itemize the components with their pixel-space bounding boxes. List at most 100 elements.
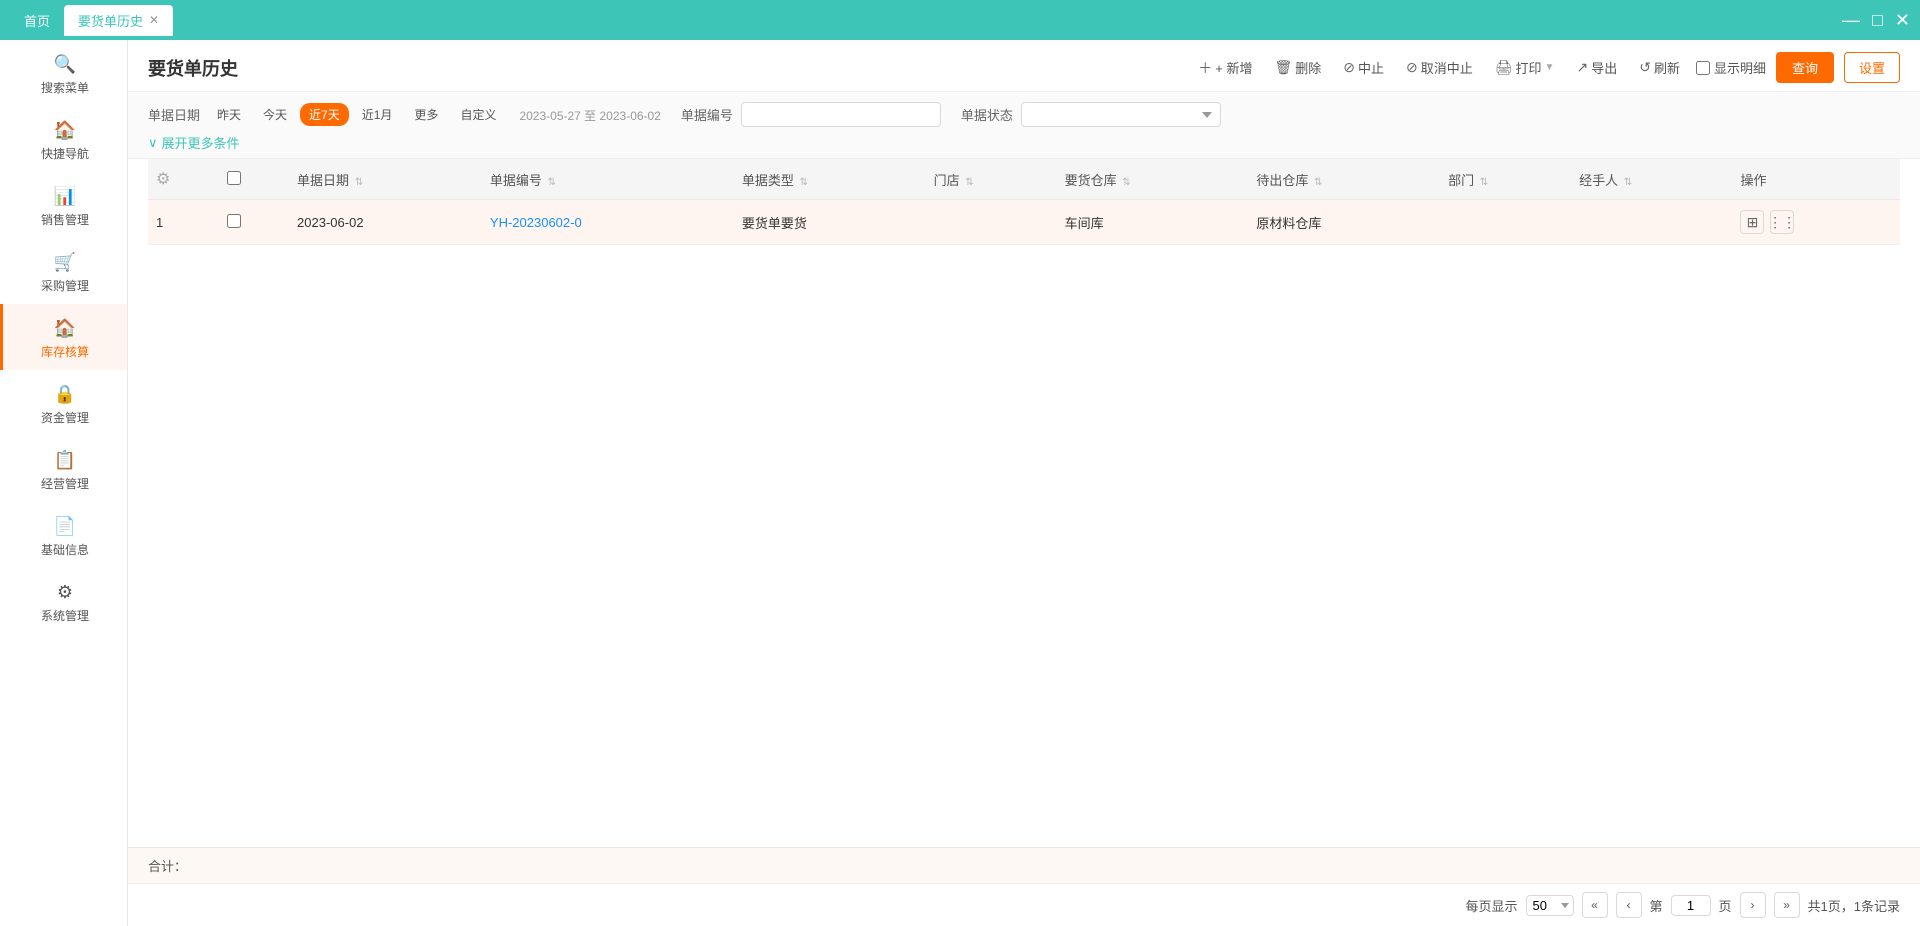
expand-more-button[interactable]: ∨ 展开更多条件 xyxy=(148,133,1900,152)
show-detail-checkbox[interactable] xyxy=(1696,61,1710,75)
cell-doc-no[interactable]: YH-20230602-0 xyxy=(482,200,734,245)
tab-home[interactable]: 首页 xyxy=(10,5,64,36)
th-store-label: 门店 xyxy=(934,173,960,188)
total-label: 合计： xyxy=(148,856,187,875)
cell-req-warehouse: 车间库 xyxy=(1057,200,1249,245)
date-btn-today[interactable]: 今天 xyxy=(254,103,296,126)
th-doc-type-label: 单据类型 xyxy=(742,173,794,188)
cell-pending-warehouse: 原材料仓库 xyxy=(1248,200,1440,245)
new-button-label: + 新增 xyxy=(1215,58,1252,77)
th-doc-no[interactable]: 单据编号 ⇅ xyxy=(482,159,734,200)
stop-button[interactable]: ⊘ 中止 xyxy=(1337,54,1390,81)
content-area: 要货单历史 ＋ + 新增 🗑 删除 ⊘ 中止 ⊘ 取消中止 xyxy=(128,40,1920,926)
sidebar-item-system[interactable]: ⚙ 系统管理 xyxy=(0,568,127,634)
sidebar: 🔍 搜索菜单 🏠 快捷导航 📊 销售管理 🛒 采购管理 🏠 库存核算 🔒 资金管… xyxy=(0,40,128,926)
sidebar-item-quick-nav-label: 快捷导航 xyxy=(41,145,89,162)
settings-button[interactable]: 设置 xyxy=(1844,52,1900,83)
first-page-button[interactable]: « xyxy=(1582,892,1608,918)
sidebar-item-operations[interactable]: 📋 经营管理 xyxy=(0,436,127,502)
sales-icon: 📊 xyxy=(54,186,76,207)
filter-bar: 单据日期 昨天 今天 近7天 近1月 更多 自定义 2023-05-27 至 2… xyxy=(128,92,1920,159)
doc-no-link[interactable]: YH-20230602-0 xyxy=(490,215,582,230)
th-settings[interactable]: ⚙ xyxy=(148,159,219,200)
doc-no-filter-group: 单据编号 xyxy=(681,102,941,127)
footer-total-bar: 合计： xyxy=(128,847,1920,883)
show-detail-checkbox-group[interactable]: 显示明细 xyxy=(1696,58,1766,77)
cancel-stop-button[interactable]: ⊘ 取消中止 xyxy=(1400,54,1479,81)
date-btn-1month[interactable]: 近1月 xyxy=(353,103,402,126)
print-dropdown-icon: ▼ xyxy=(1545,62,1555,73)
th-store[interactable]: 门店 ⇅ xyxy=(926,159,1057,200)
doc-no-input[interactable] xyxy=(741,102,941,127)
sidebar-item-quick-nav[interactable]: 🏠 快捷导航 xyxy=(0,106,127,172)
table-settings-icon[interactable]: ⚙ xyxy=(156,171,170,188)
operations-icon: 📋 xyxy=(54,450,76,471)
sidebar-item-basic-info[interactable]: 📄 基础信息 xyxy=(0,502,127,568)
table-area: ⚙ 单据日期 ⇅ 单据编号 ⇅ xyxy=(128,159,1920,847)
prev-page-button[interactable]: ‹ xyxy=(1616,892,1642,918)
chevron-down-icon: ∨ xyxy=(148,135,158,151)
table-row[interactable]: 1 2023-06-02 YH-20230602-0 要货单要货 车间库 原材料… xyxy=(148,200,1900,245)
refresh-icon: ↺ xyxy=(1639,59,1651,76)
refresh-button[interactable]: ↺ 刷新 xyxy=(1633,54,1686,81)
tab-purchase-history[interactable]: 要货单历史 ✕ xyxy=(64,5,173,36)
minimize-icon[interactable]: — xyxy=(1842,10,1860,31)
sidebar-item-purchase-label: 采购管理 xyxy=(41,277,89,294)
sidebar-item-sales[interactable]: 📊 销售管理 xyxy=(0,172,127,238)
delete-button[interactable]: 🗑 删除 xyxy=(1268,54,1327,81)
finance-icon: 🔒 xyxy=(54,384,76,405)
op-more-icon[interactable]: ⋮⋮ xyxy=(1770,210,1794,234)
per-page-select[interactable]: 50 10 20 100 xyxy=(1526,895,1574,916)
query-button[interactable]: 查询 xyxy=(1776,52,1834,83)
th-pending-warehouse[interactable]: 待出仓库 ⇅ xyxy=(1248,159,1440,200)
inventory-icon: 🏠 xyxy=(54,318,76,339)
refresh-button-label: 刷新 xyxy=(1654,58,1680,77)
pagination-bar: 每页显示 50 10 20 100 « ‹ 第 页 › » 共1页，1条记录 xyxy=(128,883,1920,926)
op-edit-icon[interactable]: ⊞ xyxy=(1740,210,1764,234)
close-tab-icon[interactable]: ✕ xyxy=(149,13,159,27)
maximize-icon[interactable]: □ xyxy=(1872,10,1883,31)
basic-info-icon: 📄 xyxy=(54,516,76,537)
cell-dept xyxy=(1440,200,1571,245)
date-btn-yesterday[interactable]: 昨天 xyxy=(208,103,250,126)
data-table: ⚙ 单据日期 ⇅ 单据编号 ⇅ xyxy=(148,159,1900,245)
th-dept-label: 部门 xyxy=(1448,173,1474,188)
cell-operations: ⊞ ⋮⋮ xyxy=(1732,200,1900,245)
stop-button-label: 中止 xyxy=(1358,58,1384,77)
sidebar-item-system-label: 系统管理 xyxy=(41,607,89,624)
new-button[interactable]: ＋ + 新增 xyxy=(1192,54,1258,82)
export-button[interactable]: ↗ 导出 xyxy=(1570,54,1623,81)
delete-icon: 🗑 xyxy=(1274,59,1292,76)
sidebar-item-finance[interactable]: 🔒 资金管理 xyxy=(0,370,127,436)
th-doc-type[interactable]: 单据类型 ⇅ xyxy=(734,159,926,200)
select-all-checkbox[interactable] xyxy=(227,171,241,185)
last-page-button[interactable]: » xyxy=(1774,892,1800,918)
close-window-icon[interactable]: ✕ xyxy=(1895,10,1910,31)
date-filter-buttons: 昨天 今天 近7天 近1月 更多 自定义 xyxy=(208,103,505,126)
delete-button-label: 删除 xyxy=(1295,58,1321,77)
print-button[interactable]: 🖨 打印 ▼ xyxy=(1489,54,1561,81)
print-button-label: 打印 xyxy=(1516,58,1542,77)
th-req-warehouse[interactable]: 要货仓库 ⇅ xyxy=(1057,159,1249,200)
row-checkbox[interactable] xyxy=(227,214,241,228)
status-select[interactable] xyxy=(1021,102,1221,127)
th-dept[interactable]: 部门 ⇅ xyxy=(1440,159,1571,200)
date-btn-custom[interactable]: 自定义 xyxy=(451,103,505,126)
cell-checkbox[interactable] xyxy=(219,200,289,245)
cell-doc-date: 2023-06-02 xyxy=(289,200,482,245)
date-btn-more[interactable]: 更多 xyxy=(405,103,447,126)
date-btn-7days[interactable]: 近7天 xyxy=(300,103,349,126)
next-page-button[interactable]: › xyxy=(1740,892,1766,918)
export-button-label: 导出 xyxy=(1591,58,1617,77)
page-suffix: 页 xyxy=(1719,896,1732,915)
status-filter-group: 单据状态 xyxy=(961,102,1221,127)
page-number-input[interactable] xyxy=(1671,895,1711,916)
th-checkbox[interactable] xyxy=(219,159,289,200)
print-icon: 🖨 xyxy=(1495,59,1513,76)
sidebar-item-purchase[interactable]: 🛒 采购管理 xyxy=(0,238,127,304)
cell-store xyxy=(926,200,1057,245)
th-handler[interactable]: 经手人 ⇅ xyxy=(1571,159,1732,200)
sidebar-item-search-menu[interactable]: 🔍 搜索菜单 xyxy=(0,40,127,106)
th-doc-date[interactable]: 单据日期 ⇅ xyxy=(289,159,482,200)
sidebar-item-inventory[interactable]: 🏠 库存核算 xyxy=(0,304,127,370)
